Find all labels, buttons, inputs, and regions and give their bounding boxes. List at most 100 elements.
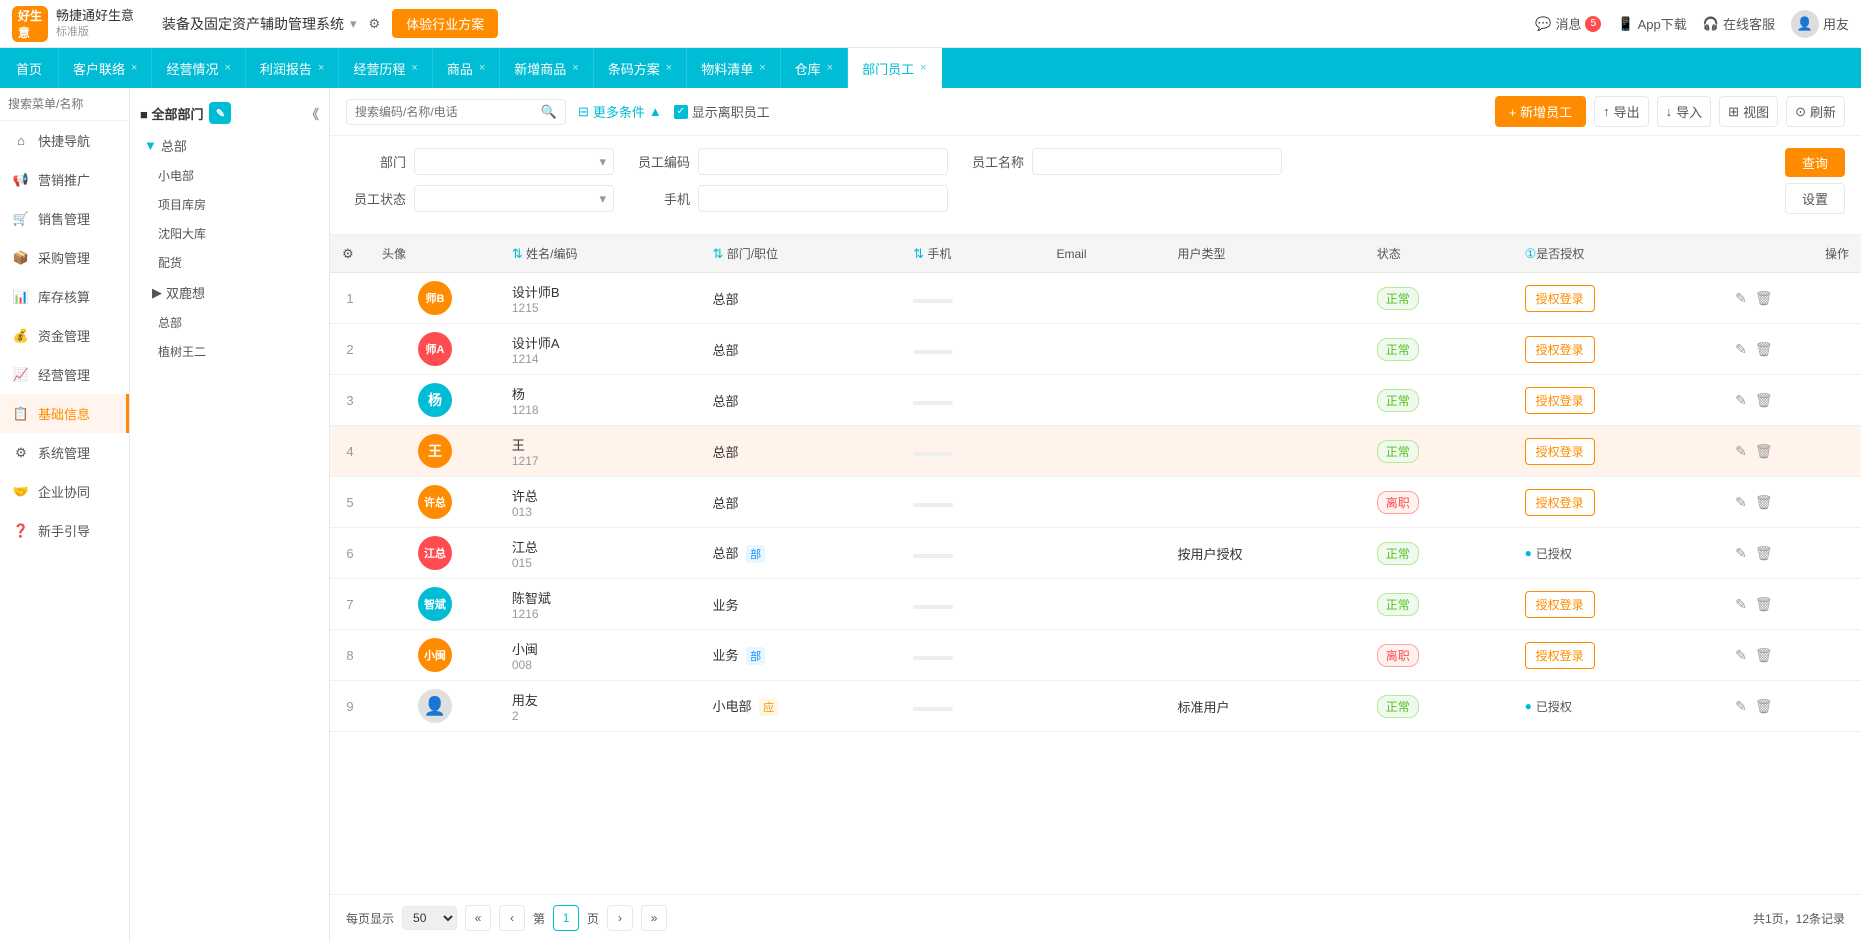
tab-history[interactable]: 经营历程 × (339, 48, 432, 88)
tab-bom[interactable]: 物料清单 × (687, 48, 780, 88)
delete-icon[interactable]: 🗑 (1755, 341, 1773, 358)
auth-login-button[interactable]: 授权登录 (1525, 336, 1595, 363)
edit-icon[interactable]: ✎ (1735, 545, 1747, 562)
prev-page-button[interactable]: ‹ (499, 905, 525, 931)
online-service-button[interactable]: 🎧 在线客服 (1703, 14, 1775, 33)
sidebar-item-marketing[interactable]: 📢 营销推广 (0, 160, 129, 199)
first-page-button[interactable]: « (465, 905, 491, 931)
close-icon[interactable]: × (827, 62, 833, 74)
page-size-select[interactable]: 50 20 100 (402, 906, 457, 930)
close-icon[interactable]: × (411, 62, 417, 74)
auth-login-button[interactable]: 授权登录 (1525, 387, 1595, 414)
close-icon[interactable]: × (920, 62, 926, 74)
col-name[interactable]: ⇅ 姓名/编码 (500, 235, 701, 273)
sidebar-item-enterprise[interactable]: 🤝 企业协同 (0, 472, 129, 511)
settings-icon[interactable]: ⚙ (369, 16, 381, 32)
delete-icon[interactable]: 🗑 (1755, 443, 1773, 460)
auth-login-button[interactable]: 授权登录 (1525, 642, 1595, 669)
tab-department[interactable]: 部门员工 × (848, 48, 941, 88)
delete-icon[interactable]: 🗑 (1755, 392, 1773, 409)
dept-select[interactable] (414, 148, 614, 175)
tab-operations[interactable]: 经营情况 × (152, 48, 245, 88)
tab-add-goods[interactable]: 新增商品 × (500, 48, 593, 88)
dept-node-shenyang[interactable]: 沈阳大库 (130, 219, 329, 248)
message-button[interactable]: 💬 消息 5 (1535, 14, 1601, 33)
tab-warehouse[interactable]: 仓库 × (781, 48, 848, 88)
user-area[interactable]: 👤 用友 (1791, 10, 1849, 38)
sidebar-item-system[interactable]: ⚙ 系统管理 (0, 433, 129, 472)
edit-icon[interactable]: ✎ (1735, 596, 1747, 613)
close-icon[interactable]: × (479, 62, 485, 74)
show-resigned-toggle[interactable]: ✓ 显示离职员工 (674, 102, 770, 121)
dept-node-project-store[interactable]: 项目库房 (130, 190, 329, 219)
delete-icon[interactable]: 🗑 (1755, 647, 1773, 664)
dept-node-distribution[interactable]: 配货 (130, 248, 329, 277)
tab-goods[interactable]: 商品 × (433, 48, 500, 88)
add-employee-button[interactable]: + 新增员工 (1495, 96, 1586, 127)
sidebar-item-basic-info[interactable]: 📋 基础信息 (0, 394, 129, 433)
app-download-button[interactable]: 📱 App下载 (1617, 14, 1686, 33)
system-title-area: 装备及固定资产辅助管理系统 ▾ ⚙ 体验行业方案 (162, 9, 1535, 38)
edit-icon[interactable]: ✎ (1735, 341, 1747, 358)
auth-login-button[interactable]: 授权登录 (1525, 438, 1595, 465)
export-button[interactable]: ↑ 导出 (1594, 96, 1649, 127)
phone-input[interactable] (698, 185, 948, 212)
table-gear-icon[interactable]: ⚙ (342, 246, 354, 261)
sidebar-item-sales[interactable]: 🛒 销售管理 (0, 199, 129, 238)
dept-collapse-icon[interactable]: 《 (306, 104, 319, 123)
tab-barcode[interactable]: 条码方案 × (594, 48, 687, 88)
edit-icon[interactable]: ✎ (1735, 647, 1747, 664)
sidebar-item-quick-nav[interactable]: ⌂ 快捷导航 (0, 121, 129, 160)
emp-code-input[interactable] (698, 148, 948, 175)
close-icon[interactable]: × (318, 62, 324, 74)
edit-icon[interactable]: ✎ (1735, 443, 1747, 460)
more-conditions-button[interactable]: ⊟ 更多条件 ▲ (578, 102, 662, 121)
delete-icon[interactable]: 🗑 (1755, 290, 1773, 307)
view-button[interactable]: ⊞ 视图 (1719, 96, 1778, 127)
auth-login-button[interactable]: 授权登录 (1525, 285, 1595, 312)
close-icon[interactable]: × (666, 62, 672, 74)
sidebar-item-guide[interactable]: ❓ 新手引导 (0, 511, 129, 550)
dept-node-shuanglu[interactable]: ▶ 双鹿想 (130, 277, 329, 308)
set-button[interactable]: 设置 (1785, 183, 1845, 214)
edit-icon[interactable]: ✎ (1735, 290, 1747, 307)
tab-home[interactable]: 首页 (0, 48, 59, 88)
col-dept[interactable]: ⇅ 部门/职位 (700, 235, 901, 273)
delete-icon[interactable]: 🗑 (1755, 596, 1773, 613)
dept-node-plant-king[interactable]: 植树王二 (130, 337, 329, 366)
last-page-button[interactable]: » (641, 905, 667, 931)
edit-icon[interactable]: ✎ (1735, 698, 1747, 715)
close-icon[interactable]: × (572, 62, 578, 74)
sidebar-item-inventory[interactable]: 📊 库存核算 (0, 277, 129, 316)
import-button[interactable]: ↓ 导入 (1657, 96, 1712, 127)
sidebar-item-finance[interactable]: 💰 资金管理 (0, 316, 129, 355)
delete-icon[interactable]: 🗑 (1755, 494, 1773, 511)
auth-login-button[interactable]: 授权登录 (1525, 489, 1595, 516)
print-button[interactable]: ⊙ 刷新 (1786, 96, 1845, 127)
system-dropdown-icon[interactable]: ▾ (350, 16, 357, 32)
sidebar-item-operations[interactable]: 📈 经营管理 (0, 355, 129, 394)
dept-node-small-elec[interactable]: 小电部 (130, 161, 329, 190)
tab-profit[interactable]: 利润报告 × (246, 48, 339, 88)
edit-icon[interactable]: ✎ (1735, 392, 1747, 409)
row-operations: ✎🗑 (1723, 579, 1861, 630)
dept-edit-icon[interactable]: ✎ (209, 102, 231, 124)
edit-icon[interactable]: ✎ (1735, 494, 1747, 511)
next-page-button[interactable]: › (607, 905, 633, 931)
trial-button[interactable]: 体验行业方案 (392, 9, 498, 38)
col-phone[interactable]: ⇅ 手机 (901, 235, 1044, 273)
search-input[interactable] (355, 105, 541, 119)
emp-name-input[interactable] (1032, 148, 1282, 175)
delete-icon[interactable]: 🗑 (1755, 698, 1773, 715)
delete-icon[interactable]: 🗑 (1755, 545, 1773, 562)
close-icon[interactable]: × (759, 62, 765, 74)
close-icon[interactable]: × (131, 62, 137, 74)
sidebar-item-purchase[interactable]: 📦 采购管理 (0, 238, 129, 277)
query-button[interactable]: 查询 (1785, 148, 1845, 177)
auth-login-button[interactable]: 授权登录 (1525, 591, 1595, 618)
dept-node-head[interactable]: 总部 (130, 308, 329, 337)
dept-node-headquarters[interactable]: ▼ 总部 (130, 130, 329, 161)
tab-customer[interactable]: 客户联络 × (59, 48, 152, 88)
status-select[interactable] (414, 185, 614, 212)
close-icon[interactable]: × (224, 62, 230, 74)
